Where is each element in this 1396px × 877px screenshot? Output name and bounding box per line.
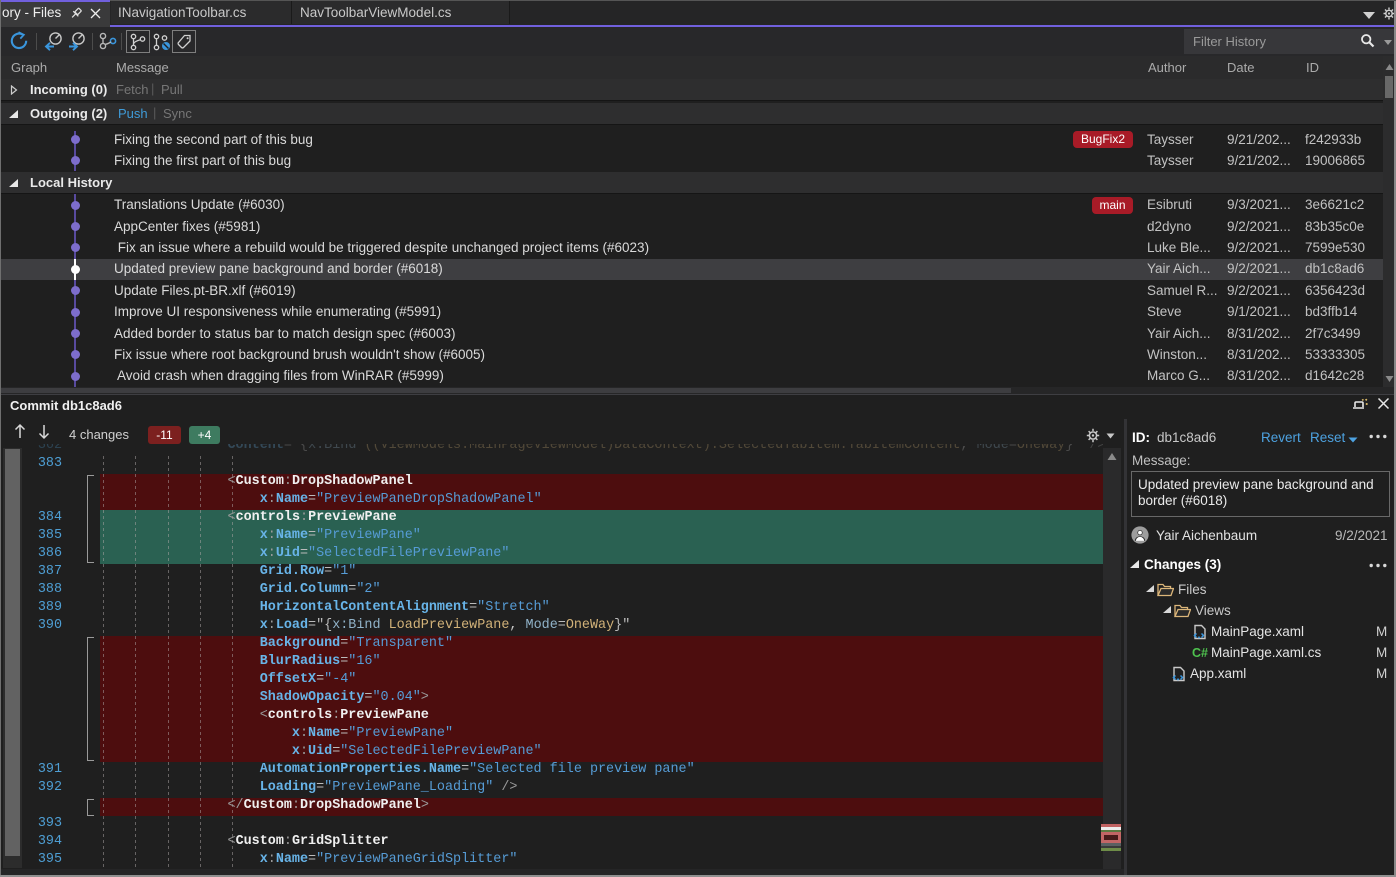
svg-text:C#: C# bbox=[1192, 646, 1208, 659]
